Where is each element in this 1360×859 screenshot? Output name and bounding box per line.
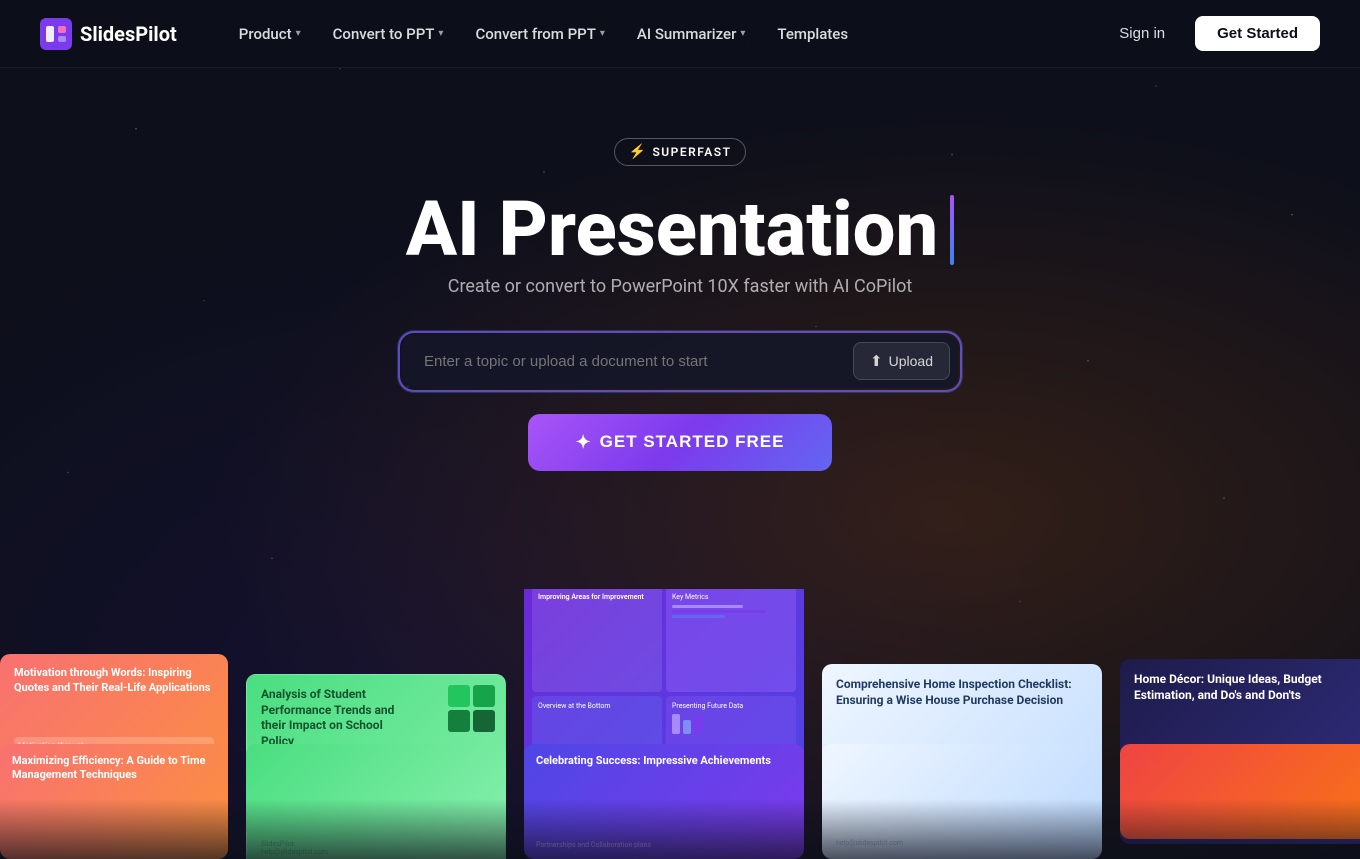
navbar: SlidesPilot Product ▾ Convert to PPT ▾ C… [0, 0, 1360, 68]
logo[interactable]: SlidesPilot [40, 18, 177, 50]
hero-section: ⚡ SUPERFAST AI Presentation Create or co… [0, 68, 1360, 471]
nav-item-convert-from-ppt[interactable]: Convert from PPT ▾ [461, 17, 618, 51]
card-home-decor-title: Home Décor: Unique Ideas, Budget Estimat… [1134, 671, 1360, 703]
nav-item-templates[interactable]: Templates [763, 17, 862, 51]
chevron-down-icon: ▾ [296, 28, 301, 39]
cursor-decoration [950, 195, 954, 265]
sparkle-icon: ✦ [576, 432, 592, 453]
cta-button[interactable]: ✦ GET STARTED FREE [528, 414, 833, 471]
logo-icon [40, 18, 72, 50]
chevron-down-icon: ▾ [600, 28, 605, 39]
getstarted-nav-button[interactable]: Get Started [1195, 16, 1320, 51]
topic-input-wrapper: ⬆ Upload [400, 333, 960, 390]
nav-item-product[interactable]: Product ▾ [225, 17, 315, 51]
card-motivation-title: Motivation through Words: Inspiring Quot… [14, 666, 214, 696]
superfast-badge: ⚡ SUPERFAST [614, 138, 747, 166]
nav-item-ai-summarizer[interactable]: AI Summarizer ▾ [623, 17, 760, 51]
card-maximizing-title: Maximizing Efficiency: A Guide to Time M… [12, 754, 216, 783]
hero-subtitle: Create or convert to PowerPoint 10X fast… [448, 276, 913, 297]
nav-right: Sign in Get Started [1101, 16, 1320, 51]
hero-title: AI Presentation [406, 188, 954, 272]
signin-button[interactable]: Sign in [1101, 17, 1183, 50]
chevron-down-icon: ▾ [438, 28, 443, 39]
chevron-down-icon: ▾ [740, 28, 745, 39]
upload-button[interactable]: ⬆ Upload [853, 342, 950, 380]
nav-item-convert-to-ppt[interactable]: Convert to PPT ▾ [319, 17, 458, 51]
card-home-inspection-title: Comprehensive Home Inspection Checklist:… [836, 676, 1088, 708]
card-celebrating-title: Celebrating Success: Impressive Achievem… [536, 754, 792, 768]
bottom-fade [0, 799, 1360, 859]
card-student-title: Analysis of Student Performance Trends a… [261, 687, 411, 749]
upload-icon: ⬆ [870, 352, 883, 370]
nav-links: Product ▾ Convert to PPT ▾ Convert from … [225, 17, 1101, 51]
lightning-icon: ⚡ [629, 144, 648, 160]
logo-text: SlidesPilot [80, 22, 177, 46]
